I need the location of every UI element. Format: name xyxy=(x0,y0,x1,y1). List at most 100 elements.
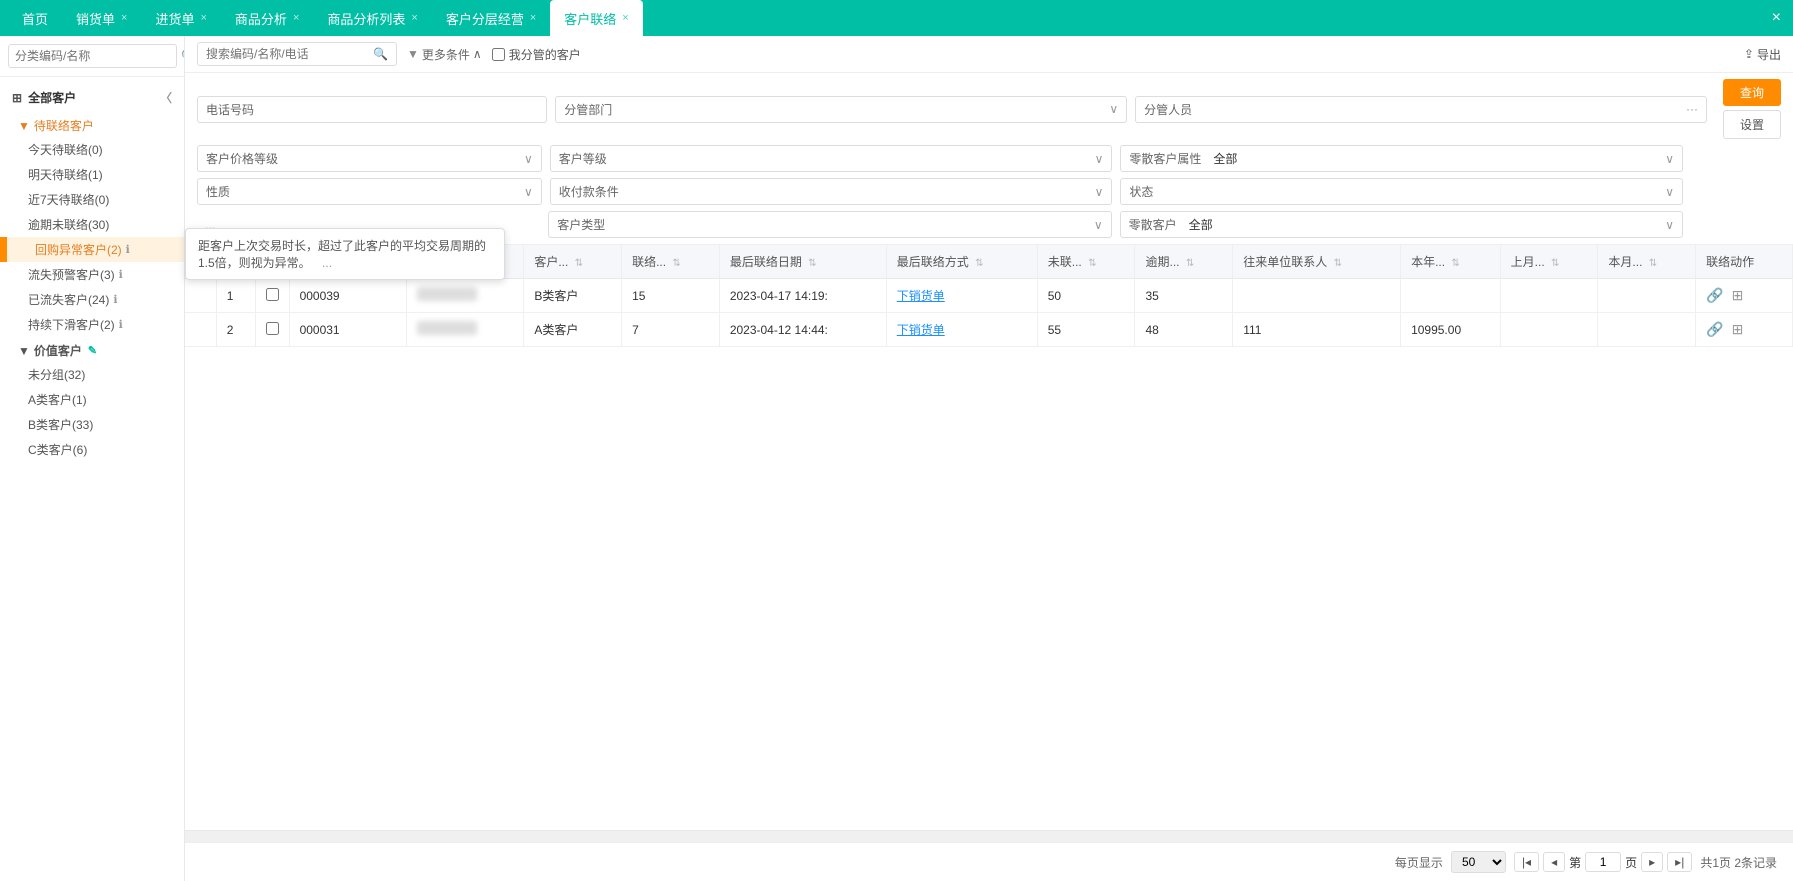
sort-icon-method[interactable]: ⇅ xyxy=(975,258,983,269)
filter-customer-grade[interactable]: 客户等级 ∨ xyxy=(550,145,1113,172)
customer-type-dropdown-icon: ∨ xyxy=(1094,218,1103,232)
sort-icon-current-month[interactable]: ⇅ xyxy=(1649,258,1657,269)
nav-customer-contact[interactable]: 客户联络 × xyxy=(550,0,642,36)
sidebar-item-decline[interactable]: 持续下滑客户(2) ℹ xyxy=(0,312,184,337)
export-button[interactable]: ⇪ 导出 xyxy=(1744,46,1781,63)
nav-customer-segment-close[interactable]: × xyxy=(530,12,536,24)
filter-status[interactable]: 状态 ∨ xyxy=(1120,178,1683,205)
sort-icon-last-month[interactable]: ⇅ xyxy=(1551,258,1559,269)
sort-icon-no-contact[interactable]: ⇅ xyxy=(1088,258,1096,269)
sort-icon-year[interactable]: ⇅ xyxy=(1451,258,1459,269)
sidebar-value-group[interactable]: ▼ 价值客户 ✎ xyxy=(0,337,184,362)
filter-row-3: 性质 ∨ 收付款条件 ∨ 状态 ∨ xyxy=(197,178,1781,205)
nav-customer-contact-close[interactable]: × xyxy=(622,12,628,24)
nav-home[interactable]: 首页 xyxy=(8,0,62,36)
sidebar-item-today[interactable]: 今天待联络(0) xyxy=(0,137,184,162)
my-customers-checkbox[interactable]: 我分管的客户 xyxy=(492,46,581,63)
filter-gender[interactable]: 性质 ∨ xyxy=(197,178,542,205)
manager-more-icon[interactable]: ··· xyxy=(1686,102,1698,116)
sidebar-item-b-class[interactable]: B类客户(33) xyxy=(0,412,184,437)
row-checkbox-cell[interactable] xyxy=(255,279,289,313)
sidebar-search-bar: 🔍 xyxy=(0,36,184,77)
nav-product-list[interactable]: 商品分析列表 × xyxy=(313,0,431,36)
row-last-method[interactable]: 下销货单 xyxy=(886,313,1037,347)
sort-icon-overdue[interactable]: ⇅ xyxy=(1186,258,1194,269)
filter-more-conditions[interactable]: ▼ 更多条件 ∧ xyxy=(407,46,482,63)
nav-sales-close[interactable]: × xyxy=(121,12,127,24)
query-button[interactable]: 查询 xyxy=(1723,79,1781,106)
sort-icon-type[interactable]: ⇅ xyxy=(575,258,583,269)
sidebar-item-7days[interactable]: 近7天待联络(0) xyxy=(0,187,184,212)
sidebar-item-a-class[interactable]: A类客户(1) xyxy=(0,387,184,412)
sort-icon-date[interactable]: ⇅ xyxy=(808,258,816,269)
sidebar-item-repurchase[interactable]: 回购异常客户(2) ℹ xyxy=(0,237,184,262)
filter-price-grade[interactable]: 客户价格等级 ∨ xyxy=(197,145,542,172)
next-page-button[interactable]: ▸ xyxy=(1641,852,1663,872)
edit-icon[interactable]: ✎ xyxy=(88,344,97,357)
sort-icon-person[interactable]: ⇅ xyxy=(1334,258,1342,269)
filter-manager[interactable]: 分管人员 ··· xyxy=(1135,96,1707,123)
filter-dept[interactable]: 分管部门 ∨ xyxy=(555,96,1127,123)
nav-product-list-close[interactable]: × xyxy=(411,12,417,24)
row-overdue: 35 xyxy=(1135,279,1233,313)
row-checkbox-cell[interactable] xyxy=(255,313,289,347)
row-no-contact: 50 xyxy=(1037,279,1135,313)
horizontal-scrollbar[interactable] xyxy=(185,830,1793,842)
action-view-icon[interactable]: 🔗 xyxy=(1706,321,1723,338)
filter-phone[interactable]: 电话号码 xyxy=(197,96,547,123)
row-checkbox[interactable] xyxy=(266,288,279,301)
action-contact-icon[interactable]: ⊞ xyxy=(1732,321,1744,338)
nav-product-analysis[interactable]: 商品分析 × xyxy=(221,0,313,36)
sidebar-item-ungroup[interactable]: 未分组(32) xyxy=(0,362,184,387)
first-page-button[interactable]: |◂ xyxy=(1514,852,1539,872)
filter-customer-type[interactable]: 客户类型 ∨ xyxy=(548,211,1111,238)
row-checkbox[interactable] xyxy=(266,322,279,335)
sidebar-collapse-icon[interactable]: 〈 xyxy=(160,89,172,106)
sidebar-item-lost-warning[interactable]: 流失预警客户(3) ℹ xyxy=(0,262,184,287)
table-row: 2 000031 A类客户 7 2023-04-12 14:44: 下销货单 5… xyxy=(185,313,1793,347)
row-last-method[interactable]: 下销货单 xyxy=(886,279,1037,313)
filter-row-2: 客户价格等级 ∨ 客户等级 ∨ 零散客户属性 全部 ∨ xyxy=(197,145,1781,172)
sidebar-search-input[interactable] xyxy=(8,44,177,68)
sidebar-item-lost[interactable]: 已流失客户(24) ℹ xyxy=(0,287,184,312)
table-col-actions: 联络动作 xyxy=(1696,245,1793,279)
sort-icon-contact[interactable]: ⇅ xyxy=(672,258,680,269)
filter-payment[interactable]: 收付款条件 ∨ xyxy=(550,178,1113,205)
nav-customer-segment[interactable]: 客户分层经营 × xyxy=(432,0,550,36)
row-current-year xyxy=(1401,279,1501,313)
status-dropdown-icon: ∨ xyxy=(1665,185,1674,199)
row-index: 1 xyxy=(216,279,255,313)
table-col-contact-count: 联络... ⇅ xyxy=(622,245,720,279)
filter-retail[interactable]: 零散客户 全部 ∨ xyxy=(1120,211,1683,238)
row-settings-cell xyxy=(185,279,216,313)
nav-sales[interactable]: 销货单 × xyxy=(62,0,141,36)
per-page-select[interactable]: 50 100 200 xyxy=(1451,851,1506,873)
filter-phone-input[interactable] xyxy=(258,102,538,116)
action-contact-icon[interactable]: ⊞ xyxy=(1732,287,1744,304)
filter-search-input[interactable] xyxy=(206,47,373,61)
action-view-icon[interactable]: 🔗 xyxy=(1706,287,1723,304)
customer-grade-dropdown-icon: ∨ xyxy=(1095,152,1104,166)
table-col-current-year: 本年... ⇅ xyxy=(1401,245,1501,279)
sidebar-all-customers[interactable]: ⊞ 全部客户 〈 xyxy=(0,83,184,112)
prev-page-button[interactable]: ◂ xyxy=(1543,852,1565,872)
filter-retail-attr[interactable]: 零散客户属性 全部 ∨ xyxy=(1120,145,1683,172)
page-number-input[interactable] xyxy=(1585,852,1621,872)
filter-row-1: 电话号码 分管部门 ∨ 分管人员 ··· 查询 设置 xyxy=(197,79,1781,139)
tooltip-more[interactable]: ... xyxy=(322,256,332,270)
settings-button[interactable]: 设置 xyxy=(1723,110,1781,139)
window-close-button[interactable]: × xyxy=(1772,9,1781,27)
filter-search-box: 🔍 xyxy=(197,42,397,66)
table-col-current-month: 本月... ⇅ xyxy=(1598,245,1696,279)
last-page-button[interactable]: ▸| xyxy=(1667,852,1692,872)
nav-purchase[interactable]: 进货单 × xyxy=(141,0,220,36)
sidebar-item-overdue[interactable]: 逾期未联络(30) xyxy=(0,212,184,237)
nav-purchase-close[interactable]: × xyxy=(200,12,206,24)
row-actions: 🔗 ⊞ xyxy=(1696,313,1793,347)
sidebar-pending-group[interactable]: ▼ 待联络客户 xyxy=(0,112,184,137)
my-customers-check[interactable] xyxy=(492,48,505,61)
nav-product-analysis-close[interactable]: × xyxy=(293,12,299,24)
filter-search-icon[interactable]: 🔍 xyxy=(373,47,388,61)
sidebar-item-tomorrow[interactable]: 明天待联络(1) xyxy=(0,162,184,187)
sidebar-item-c-class[interactable]: C类客户(6) xyxy=(0,437,184,462)
